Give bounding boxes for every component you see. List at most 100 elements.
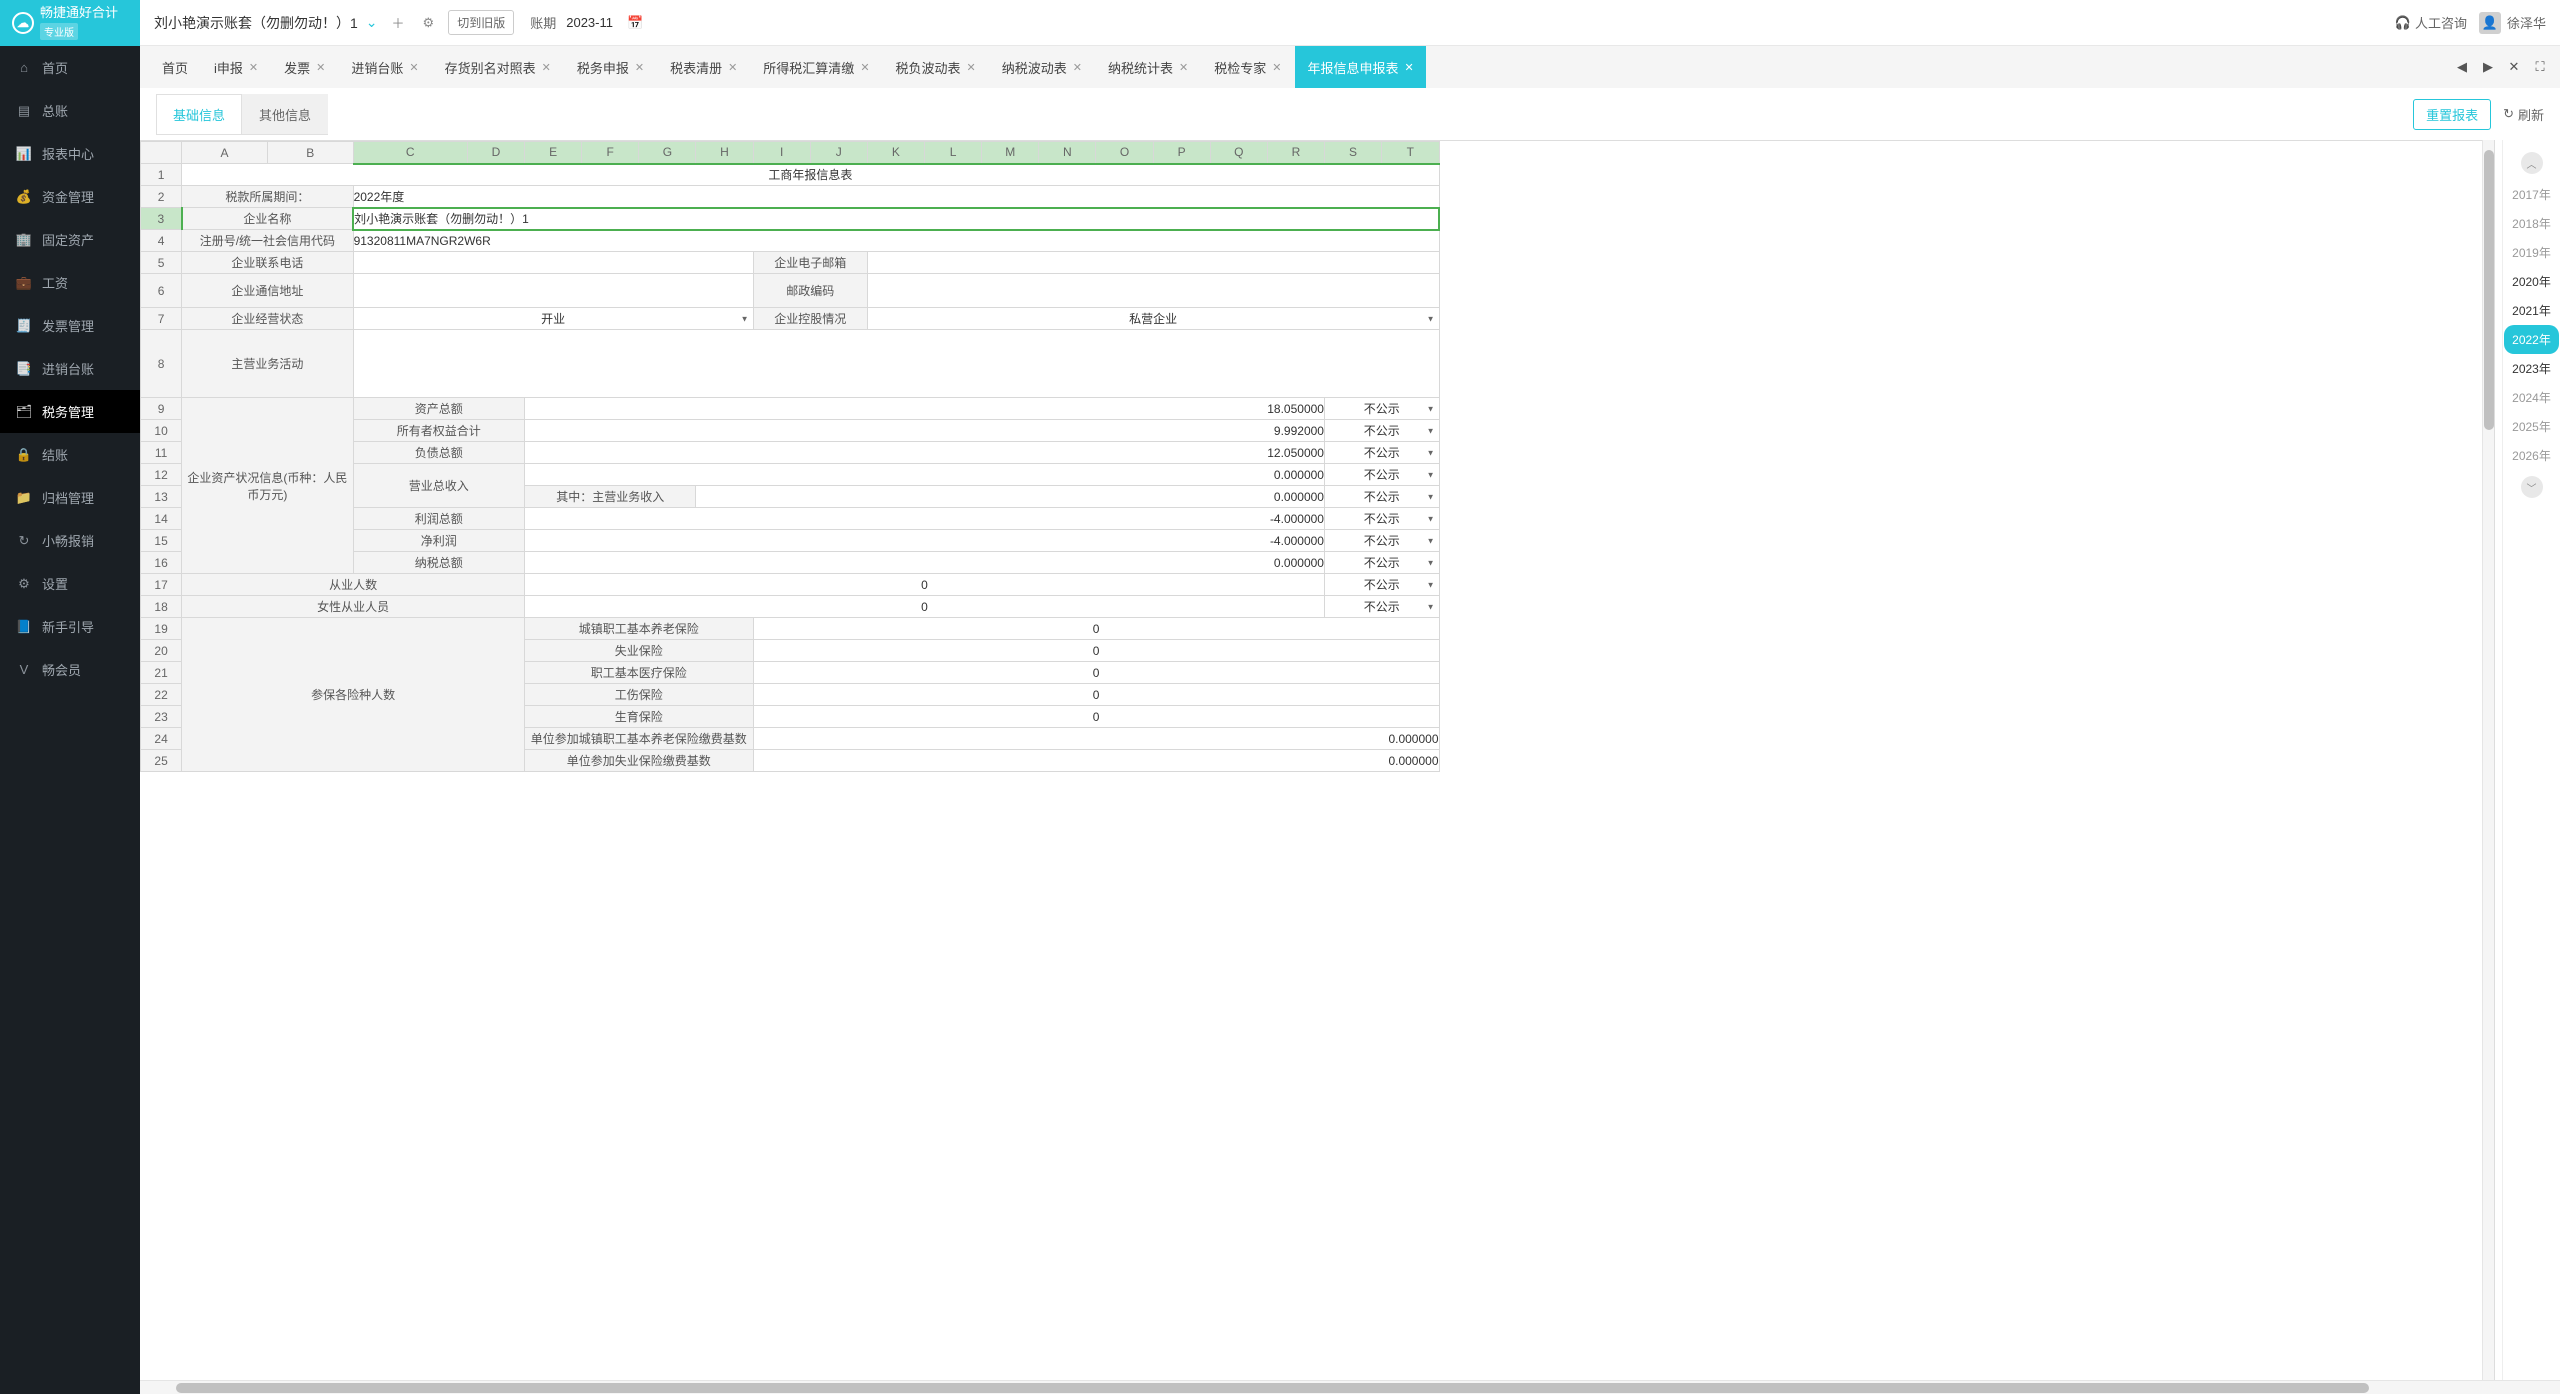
col-header-Q[interactable]: Q [1210,142,1267,164]
row-header-10[interactable]: 10 [141,420,182,442]
row-header-4[interactable]: 4 [141,230,182,252]
reset-report-button[interactable]: 重置报表 [2413,99,2491,130]
col-header-F[interactable]: F [582,142,639,164]
col-header-L[interactable]: L [925,142,982,164]
row-header-2[interactable]: 2 [141,186,182,208]
vertical-scrollbar[interactable] [2482,140,2494,1380]
value-cell[interactable]: 0.000000 [753,728,1439,750]
value-cell[interactable]: 0.000000 [696,486,1325,508]
value-cell[interactable]: -4.000000 [525,530,1325,552]
tab-11[interactable]: 税检专家✕ [1202,46,1293,88]
grid-corner[interactable] [141,142,182,164]
dropdown-cell[interactable]: 不公示 [1324,596,1439,618]
dropdown-cell[interactable]: 不公示 [1324,574,1439,596]
tabs-close-icon[interactable]: ✕ [2502,55,2526,79]
row-header-5[interactable]: 5 [141,252,182,274]
col-header-I[interactable]: I [753,142,810,164]
period-value[interactable]: 2023-11 [566,15,613,30]
year-item-2017年[interactable]: 2017年 [2504,180,2559,209]
value-cell[interactable]: 0 [753,618,1439,640]
dropdown-cell[interactable]: 不公示 [1324,486,1439,508]
sidebar-item-0[interactable]: ⌂首页 [0,46,140,89]
support-link[interactable]: 🎧 人工咨询 [2395,13,2467,32]
spreadsheet[interactable]: ABCDEFGHIJKLMNOPQRST1工商年报信息表2税款所属期间：2022… [140,140,2482,1380]
col-header-G[interactable]: G [639,142,696,164]
tab-5[interactable]: 税务申报✕ [565,46,656,88]
dropdown-cell[interactable]: 不公示 [1324,398,1439,420]
year-item-2021年[interactable]: 2021年 [2504,296,2559,325]
tab-4[interactable]: 存货别名对照表✕ [433,46,563,88]
tab-close-icon[interactable]: ✕ [409,61,418,74]
tab-close-icon[interactable]: ✕ [1404,61,1413,74]
tabs-fullscreen-icon[interactable]: ⛶ [2528,55,2552,79]
horizontal-scroll-thumb[interactable] [176,1383,2369,1393]
value-cell[interactable]: 0 [753,706,1439,728]
col-header-O[interactable]: O [1096,142,1153,164]
horizontal-scrollbar[interactable] [140,1380,2560,1394]
dropdown-cell[interactable]: 开业 [353,308,753,330]
row-header-13[interactable]: 13 [141,486,182,508]
dropdown-cell[interactable]: 不公示 [1324,420,1439,442]
add-account-icon[interactable]: ＋ [388,9,409,36]
tab-close-icon[interactable]: ✕ [249,61,258,74]
tab-3[interactable]: 进销台账✕ [339,46,430,88]
sidebar-item-10[interactable]: 📁归档管理 [0,476,140,519]
dropdown-cell[interactable]: 私营企业 [867,308,1439,330]
col-header-A[interactable]: A [182,142,268,164]
sidebar-item-9[interactable]: 🔒结账 [0,433,140,476]
year-item-2018年[interactable]: 2018年 [2504,209,2559,238]
switch-old-version-button[interactable]: 切到旧版 [448,10,514,35]
value-cell[interactable] [867,252,1439,274]
value-cell[interactable]: -4.000000 [525,508,1325,530]
value-cell[interactable]: 0 [525,574,1325,596]
tab-10[interactable]: 纳税统计表✕ [1096,46,1200,88]
value-cell[interactable]: 0 [753,640,1439,662]
tab-7[interactable]: 所得税汇算清缴✕ [751,46,881,88]
settings-gear-icon[interactable]: ⚙ [419,11,439,35]
value-cell[interactable]: 2022年度 [353,186,1439,208]
year-item-2023年[interactable]: 2023年 [2504,354,2559,383]
col-header-N[interactable]: N [1039,142,1096,164]
sidebar-item-6[interactable]: 🧾发票管理 [0,304,140,347]
dropdown-cell[interactable]: 不公示 [1324,530,1439,552]
tab-12[interactable]: 年报信息申报表✕ [1295,46,1425,88]
row-header-21[interactable]: 21 [141,662,182,684]
refresh-button[interactable]: ↻ 刷新 [2503,105,2544,124]
value-cell[interactable]: 0.000000 [525,464,1325,486]
dropdown-cell[interactable]: 不公示 [1324,552,1439,574]
year-down-icon[interactable]: ﹀ [2521,476,2543,498]
account-selector[interactable]: 刘小艳演示账套（勿删勿动！）1 ⌄ [154,13,378,33]
col-header-C[interactable]: C [353,142,467,164]
brand-logo[interactable]: ☁ 畅捷通好合计 专业版 [0,0,140,46]
row-header-1[interactable]: 1 [141,164,182,186]
row-header-16[interactable]: 16 [141,552,182,574]
year-item-2024年[interactable]: 2024年 [2504,383,2559,412]
tab-close-icon[interactable]: ✕ [1073,61,1082,74]
col-header-J[interactable]: J [810,142,867,164]
sidebar-item-11[interactable]: ↻小畅报销 [0,519,140,562]
value-cell[interactable] [353,330,1439,398]
value-cell[interactable]: 0.000000 [525,552,1325,574]
tab-0[interactable]: 首页 [150,46,200,88]
value-cell[interactable]: 0 [525,596,1325,618]
tab-close-icon[interactable]: ✕ [1179,61,1188,74]
tab-close-icon[interactable]: ✕ [635,61,644,74]
row-header-15[interactable]: 15 [141,530,182,552]
col-header-T[interactable]: T [1382,142,1439,164]
tab-8[interactable]: 税负波动表✕ [884,46,988,88]
col-header-M[interactable]: M [982,142,1039,164]
sidebar-item-2[interactable]: 📊报表中心 [0,132,140,175]
year-item-2019年[interactable]: 2019年 [2504,238,2559,267]
selected-cell[interactable]: 刘小艳演示账套（勿删勿动！）1 [353,208,1439,230]
dropdown-cell[interactable]: 不公示 [1324,464,1439,486]
subtab-0[interactable]: 基础信息 [156,94,242,134]
value-cell[interactable]: 9.992000 [525,420,1325,442]
col-header-H[interactable]: H [696,142,753,164]
tab-9[interactable]: 纳税波动表✕ [990,46,1094,88]
tab-close-icon[interactable]: ✕ [542,61,551,74]
tab-close-icon[interactable]: ✕ [967,61,976,74]
sidebar-item-12[interactable]: ⚙设置 [0,562,140,605]
row-header-23[interactable]: 23 [141,706,182,728]
year-up-icon[interactable]: ︿ [2521,152,2543,174]
tab-6[interactable]: 税表清册✕ [658,46,749,88]
